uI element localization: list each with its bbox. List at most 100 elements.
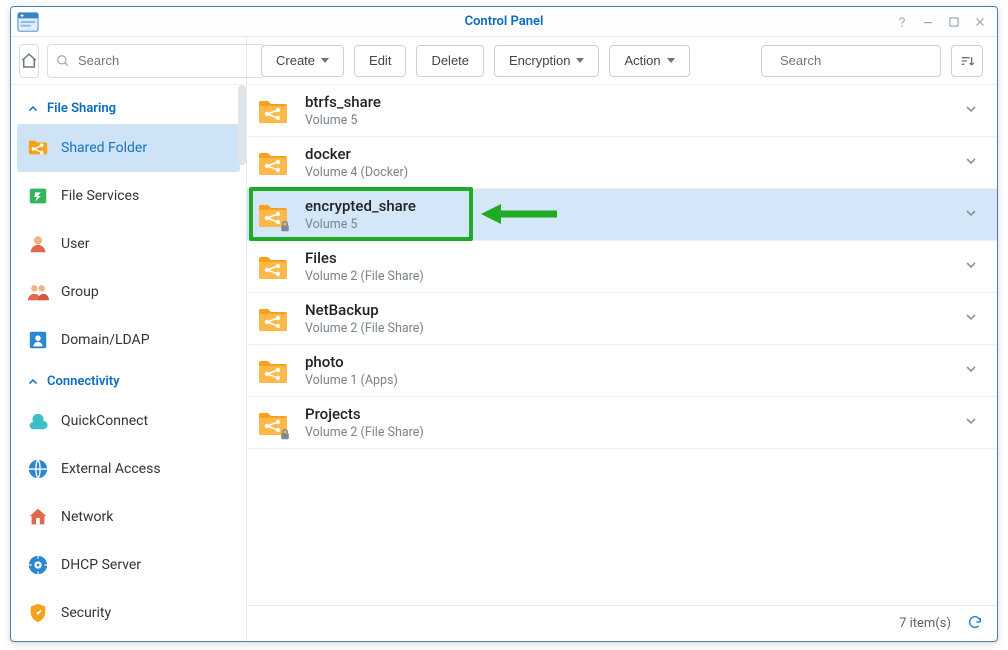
sidebar-item-network[interactable]: Network (11, 493, 246, 541)
row-name: Projects (305, 405, 963, 423)
chevron-up-icon (27, 103, 39, 115)
sidebar-item-domain-ldap[interactable]: Domain/LDAP (11, 316, 246, 364)
row-name: btrfs_share (305, 93, 963, 111)
sidebar-item-label: Network (61, 509, 113, 525)
row-texts: encrypted_shareVolume 5 (305, 197, 963, 232)
sidebar-search[interactable] (47, 44, 265, 78)
row-name: Files (305, 249, 963, 267)
chevron-up-icon (27, 376, 39, 388)
security-icon (27, 602, 49, 624)
main-panel: Create Edit Delete Encryption Action btr… (247, 37, 997, 641)
section-connectivity[interactable]: Connectivity (11, 364, 246, 397)
sidebar-nav: File Sharing Shared Folder File Services (11, 85, 246, 641)
sort-button[interactable] (951, 45, 983, 77)
sidebar-item-label: Domain/LDAP (61, 332, 150, 348)
row-texts: Projects Volume 2 (File Share) (305, 405, 963, 440)
row-name: NetBackup (305, 301, 963, 319)
section-label: File Sharing (47, 101, 116, 116)
file-services-icon (27, 185, 49, 207)
domain-ldap-icon (27, 329, 49, 351)
row-texts: photo Volume 1 (Apps) (305, 353, 963, 388)
window-controls (889, 7, 993, 37)
search-icon (56, 54, 70, 68)
action-button[interactable]: Action (609, 45, 689, 77)
expand-row-button[interactable] (963, 205, 979, 225)
lock-icon (279, 220, 291, 232)
shared-folder-row[interactable]: dockerVolume 4 (Docker) (247, 137, 997, 189)
encryption-button[interactable]: Encryption (494, 45, 599, 77)
sidebar-item-security[interactable]: Security (11, 589, 246, 637)
create-label: Create (276, 53, 315, 68)
toolbar-search-input[interactable] (778, 52, 958, 69)
sidebar-item-file-services[interactable]: File Services (11, 172, 246, 220)
action-label: Action (624, 53, 660, 68)
external-access-icon (27, 458, 49, 480)
sidebar-top (11, 37, 246, 85)
expand-row-button[interactable] (963, 257, 979, 277)
sidebar-item-label: Security (61, 605, 111, 621)
row-name: encrypted_share (305, 197, 963, 215)
delete-button[interactable]: Delete (416, 45, 484, 77)
create-button[interactable]: Create (261, 45, 344, 77)
quickconnect-icon (27, 410, 49, 432)
caret-down-icon (321, 58, 329, 63)
sort-icon (959, 53, 975, 69)
edit-button[interactable]: Edit (354, 45, 406, 77)
shared-folder-row[interactable]: photo Volume 1 (Apps) (247, 345, 997, 397)
help-button[interactable] (889, 7, 915, 37)
sidebar-item-label: Shared Folder (61, 140, 147, 156)
shared-folder-list: btrfs_share Volume 5 dockerVolume 4 (Docke… (247, 85, 997, 605)
toolbar: Create Edit Delete Encryption Action (247, 37, 997, 85)
row-texts: dockerVolume 4 (Docker) (305, 145, 963, 180)
delete-label: Delete (431, 53, 469, 68)
sidebar-item-label: File Services (61, 188, 139, 204)
sidebar-item-quickconnect[interactable]: QuickConnect (11, 397, 246, 445)
toolbar-search[interactable] (761, 45, 941, 77)
item-count: 7 item(s) (899, 616, 951, 631)
shared-folder-row[interactable]: Files Volume 2 (File Share) (247, 241, 997, 293)
shared-folder-icon (27, 137, 49, 159)
sidebar-item-shared-folder[interactable]: Shared Folder (17, 124, 240, 172)
expand-row-button[interactable] (963, 101, 979, 121)
minimize-button[interactable] (915, 7, 941, 37)
sidebar-item-user[interactable]: User (11, 220, 246, 268)
row-subtitle: Volume 2 (File Share) (305, 425, 963, 440)
sidebar-scrollbar[interactable] (238, 85, 246, 165)
network-icon (27, 506, 49, 528)
shared-folder-row[interactable]: Projects Volume 2 (File Share) (247, 397, 997, 449)
row-subtitle: Volume 2 (File Share) (305, 269, 963, 284)
sidebar-item-dhcp-server[interactable]: DHCP Server (11, 541, 246, 589)
sidebar-item-group[interactable]: Group (11, 268, 246, 316)
shared-folder-row[interactable]: NetBackup Volume 2 (File Share) (247, 293, 997, 345)
folder-share-icon (257, 201, 289, 229)
expand-row-button[interactable] (963, 413, 979, 433)
sidebar-item-external-access[interactable]: External Access (11, 445, 246, 493)
expand-row-button[interactable] (963, 361, 979, 381)
sidebar-item-label: DHCP Server (61, 557, 141, 573)
row-subtitle: Volume 5 (305, 113, 963, 128)
sidebar-item-label: Group (61, 284, 99, 300)
row-texts: btrfs_share Volume 5 (305, 93, 963, 128)
maximize-button[interactable] (941, 7, 967, 37)
shared-folder-row[interactable]: btrfs_share Volume 5 (247, 85, 997, 137)
folder-share-icon (257, 357, 289, 385)
refresh-button[interactable] (967, 614, 983, 634)
shared-folder-row[interactable]: encrypted_shareVolume 5 (247, 189, 997, 241)
status-bar: 7 item(s) (247, 605, 997, 641)
row-subtitle: Volume 2 (File Share) (305, 321, 963, 336)
close-button[interactable] (967, 7, 993, 37)
expand-row-button[interactable] (963, 153, 979, 173)
section-file-sharing[interactable]: File Sharing (11, 91, 246, 124)
expand-row-button[interactable] (963, 309, 979, 329)
row-name: photo (305, 353, 963, 371)
app-icon (17, 11, 39, 33)
dhcp-server-icon (27, 554, 49, 576)
home-button[interactable] (19, 44, 39, 78)
row-name: docker (305, 145, 963, 163)
folder-share-icon (257, 305, 289, 333)
folder-share-icon (257, 97, 289, 125)
sidebar-search-input[interactable] (76, 52, 256, 69)
row-subtitle: Volume 1 (Apps) (305, 373, 963, 388)
folder-share-icon (257, 253, 289, 281)
folder-share-icon (257, 149, 289, 177)
